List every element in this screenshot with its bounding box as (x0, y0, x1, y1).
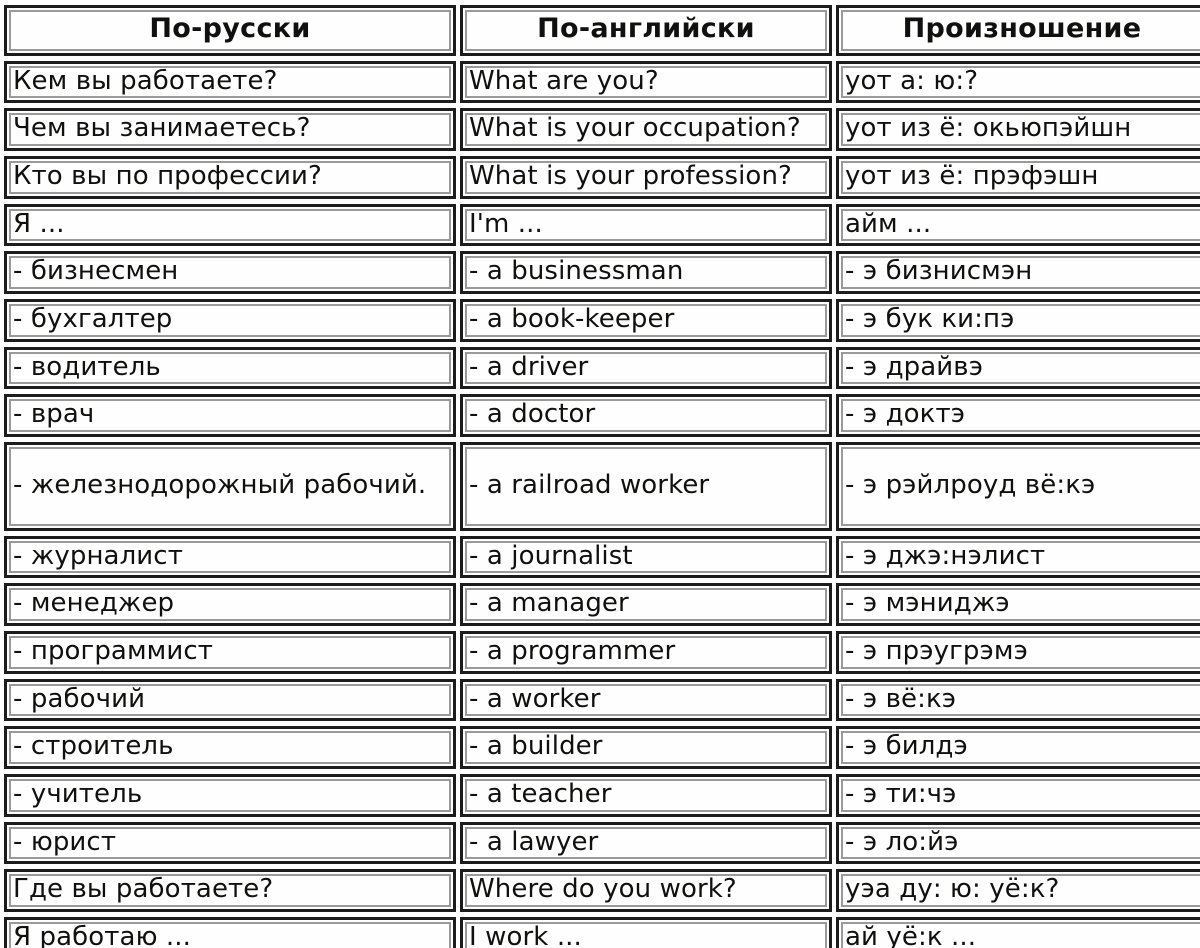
cell-pronunciation: - э ло:йэ (836, 821, 1200, 865)
cell-pronunciation: - э джэ:нэлист (836, 535, 1200, 579)
cell-russian: - водитель (4, 346, 456, 390)
cell-pronunciation: - э драйвэ (836, 346, 1200, 390)
cell-russian: - бухгалтер (4, 298, 456, 342)
cell-english: I work ... (460, 916, 832, 948)
cell-pronunciation: - э мэниджэ (836, 583, 1200, 627)
table-row: - юрист - a lawyer - э ло:йэ (4, 821, 1200, 865)
table-row: Я работаю ... I work ... ай уё:к ... (4, 916, 1200, 948)
cell-english: - a lawyer (460, 821, 832, 865)
cell-english: - a builder (460, 726, 832, 769)
phrase-table: По-русски По-английски Произношение Кем … (0, 0, 1200, 948)
cell-english: Where do you work? (460, 869, 832, 912)
table-row: - водитель - a driver - э драйвэ (4, 346, 1200, 390)
cell-english: - a journalist (460, 535, 832, 579)
table-row: - строитель - a builder - э билдэ (4, 726, 1200, 769)
table-row: Чем вы занимаетесь? What is your occupati… (4, 108, 1200, 152)
cell-english: - a worker (460, 678, 832, 722)
cell-english: - a driver (460, 346, 832, 390)
table-row: Я ... I'm ... айм ... (4, 203, 1200, 247)
table-row: - врач - a doctor - э доктэ (4, 394, 1200, 437)
cell-pronunciation: - э бук ки:пэ (836, 298, 1200, 342)
table-body: Кем вы работаете? What are you? уот а: ю:?… (4, 60, 1200, 948)
cell-pronunciation: уот а: ю:? (836, 60, 1200, 104)
cell-russian: - врач (4, 394, 456, 437)
cell-russian: Чем вы занимаетесь? (4, 108, 456, 152)
cell-pronunciation: - э доктэ (836, 394, 1200, 437)
cell-english: - a teacher (460, 773, 832, 817)
cell-english: - a doctor (460, 394, 832, 437)
table-row: - журналист - a journalist - э джэ:нэлист (4, 535, 1200, 579)
cell-pronunciation: уот из ё: прэфэшн (836, 156, 1200, 199)
cell-russian: Кем вы работаете? (4, 60, 456, 104)
column-header-pronunciation: Произношение (836, 5, 1200, 56)
table-row: - менеджер - a manager - э мэниджэ (4, 583, 1200, 627)
cell-russian: - менеджер (4, 583, 456, 627)
cell-russian: - строитель (4, 726, 456, 769)
cell-russian: - юрист (4, 821, 456, 865)
cell-russian: - учитель (4, 773, 456, 817)
cell-pronunciation: айм ... (836, 203, 1200, 247)
cell-russian: Я ... (4, 203, 456, 247)
table-head: По-русски По-английски Произношение (4, 5, 1200, 56)
cell-russian: - журналист (4, 535, 456, 579)
cell-english: - a railroad worker (460, 441, 832, 531)
cell-english: - a manager (460, 583, 832, 627)
cell-russian: Где вы работаете? (4, 869, 456, 912)
cell-english: What are you? (460, 60, 832, 104)
cell-pronunciation: уот из ё: окьюпэйшн (836, 108, 1200, 152)
cell-pronunciation: - э бизнисмэн (836, 251, 1200, 294)
table-row: Кто вы по профессии? What is your profess… (4, 156, 1200, 199)
table-row: - железнодорожный рабочий. - a railroad w… (4, 441, 1200, 531)
cell-pronunciation: - э билдэ (836, 726, 1200, 769)
cell-russian: - программист (4, 631, 456, 674)
cell-russian: Кто вы по профессии? (4, 156, 456, 199)
cell-pronunciation: - э вё:кэ (836, 678, 1200, 722)
table-row: - программист - a programmer - э прэугрэмэ (4, 631, 1200, 674)
cell-russian: - рабочий (4, 678, 456, 722)
table-row: - рабочий - a worker - э вё:кэ (4, 678, 1200, 722)
table-row: - бизнесмен - a businessman - э бизнисмэн (4, 251, 1200, 294)
header-row: По-русски По-английски Произношение (4, 5, 1200, 56)
cell-pronunciation: ай уё:к ... (836, 916, 1200, 948)
cell-english: What is your profession? (460, 156, 832, 199)
cell-english: - a programmer (460, 631, 832, 674)
cell-english: - a businessman (460, 251, 832, 294)
cell-pronunciation: - э рэйлроуд вё:кэ (836, 441, 1200, 531)
cell-pronunciation: - э прэугрэмэ (836, 631, 1200, 674)
table-row: - бухгалтер - a book-keeper - э бук ки:пэ (4, 298, 1200, 342)
table-row: Где вы работаете? Where do you work? уэа д… (4, 869, 1200, 912)
cell-russian: Я работаю ... (4, 916, 456, 948)
cell-russian: - бизнесмен (4, 251, 456, 294)
cell-pronunciation: - э ти:чэ (836, 773, 1200, 817)
column-header-russian: По-русски (4, 5, 456, 56)
cell-english: What is your occupation? (460, 108, 832, 152)
cell-pronunciation: уэа ду: ю: уё:к? (836, 869, 1200, 912)
table-row: Кем вы работаете? What are you? уот а: ю:? (4, 60, 1200, 104)
cell-russian: - железнодорожный рабочий. (4, 441, 456, 531)
column-header-english: По-английски (460, 5, 832, 56)
cell-english: I'm ... (460, 203, 832, 247)
cell-english: - a book-keeper (460, 298, 832, 342)
phrase-table-sheet: По-русски По-английски Произношение Кем … (0, 0, 1200, 948)
table-row: - учитель - a teacher - э ти:чэ (4, 773, 1200, 817)
